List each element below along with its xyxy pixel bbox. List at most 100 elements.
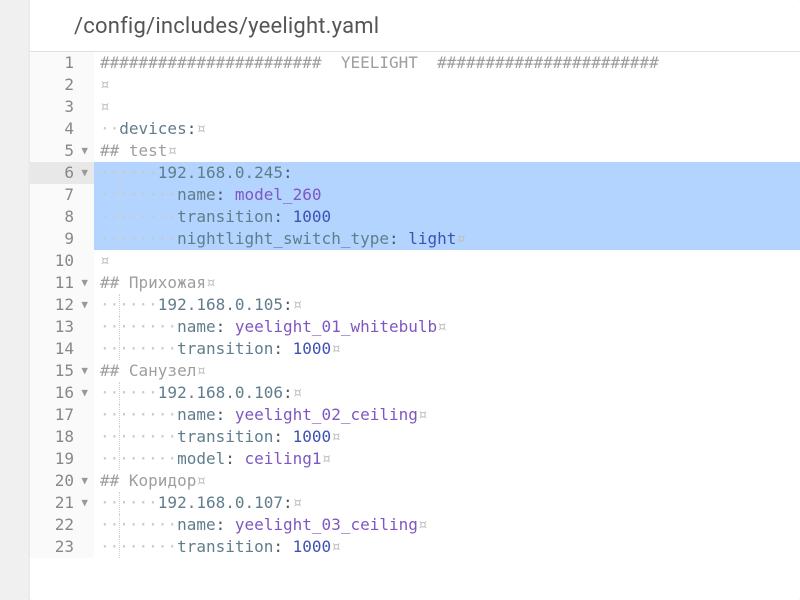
code-token: ceiling1 [245,449,322,468]
fold-marker-icon[interactable]: ▼ [78,470,88,492]
fold-marker-icon[interactable]: ▼ [78,272,88,294]
code-token: ······ [100,493,158,512]
gutter-line[interactable]: 9 [30,228,94,250]
code-line[interactable]: ········name: yeelight_02_ceiling¤ [94,404,800,426]
code-token: ¤ [293,295,303,314]
code-line[interactable]: ## Коридор¤ [94,470,800,492]
code-token: model [177,449,225,468]
fold-marker-icon[interactable]: ▼ [78,360,88,382]
fold-marker-icon[interactable]: ▼ [78,294,88,316]
code-token: ¤ [206,273,216,292]
code-line[interactable]: ········name: model_260 [94,184,800,206]
code-line[interactable]: ········transition: 1000 [94,206,800,228]
code-token: ¤ [196,471,206,490]
code-token: 1000 [293,339,332,358]
code-line[interactable]: ####################### YEELIGHT #######… [94,52,800,74]
code-token: ········ [100,449,177,468]
code-content[interactable]: ####################### YEELIGHT #######… [94,52,800,558]
line-number: 13 [48,316,74,338]
code-token: : [216,405,235,424]
code-line[interactable]: ········model: ceiling1¤ [94,448,800,470]
gutter-line[interactable]: 19 [30,448,94,470]
code-token: ¤ [331,339,341,358]
gutter-line[interactable]: 1 [30,52,94,74]
code-token: light [408,229,456,248]
code-token: ####################### YEELIGHT #######… [100,53,659,72]
gutter-line[interactable]: 11▼ [30,272,94,294]
code-token: ¤ [418,515,428,534]
gutter-line[interactable]: 6▼ [30,162,94,184]
line-number-gutter[interactable]: 12345▼6▼7891011▼12▼131415▼16▼17181920▼21… [30,52,94,558]
line-number: 1 [48,52,74,74]
gutter-line[interactable]: 3 [30,96,94,118]
code-line[interactable]: ········nightlight_switch_type: light¤ [94,228,800,250]
code-line[interactable]: ········transition: 1000¤ [94,536,800,558]
code-token: 192.168.0.106 [158,383,283,402]
line-number: 11 [48,272,74,294]
code-token: ¤ [418,405,428,424]
code-line[interactable]: ¤ [94,96,800,118]
code-line[interactable]: ¤ [94,250,800,272]
gutter-line[interactable]: 4 [30,118,94,140]
line-number: 18 [48,426,74,448]
gutter-line[interactable]: 18 [30,426,94,448]
code-token: devices [119,119,186,138]
code-line[interactable]: ······192.168.0.107:¤ [94,492,800,514]
code-token: ¤ [100,97,110,116]
gutter-line[interactable]: 20▼ [30,470,94,492]
code-line[interactable]: ## Прихожая¤ [94,272,800,294]
code-area[interactable]: 12345▼6▼7891011▼12▼131415▼16▼17181920▼21… [30,52,800,558]
code-line[interactable]: ··devices:¤ [94,118,800,140]
code-line[interactable]: ## Санузел¤ [94,360,800,382]
gutter-line[interactable]: 23 [30,536,94,558]
line-number: 16 [48,382,74,404]
gutter-line[interactable]: 15▼ [30,360,94,382]
code-line[interactable]: ········name: yeelight_01_whitebulb¤ [94,316,800,338]
code-token: ## Прихожая [100,273,206,292]
code-token: ········ [100,537,177,556]
fold-marker-icon[interactable]: ▼ [78,162,88,184]
code-token: ········ [100,427,177,446]
gutter-line[interactable]: 17 [30,404,94,426]
code-token: name [177,405,216,424]
gutter-line[interactable]: 5▼ [30,140,94,162]
fold-marker-icon[interactable]: ▼ [78,140,88,162]
gutter-line[interactable]: 14 [30,338,94,360]
line-number: 2 [48,74,74,96]
code-token: name [177,185,216,204]
line-number: 19 [48,448,74,470]
code-token: : [273,207,292,226]
code-token: ¤ [322,449,332,468]
line-number: 17 [48,404,74,426]
code-line[interactable]: ¤ [94,74,800,96]
gutter-line[interactable]: 21▼ [30,492,94,514]
gutter-line[interactable]: 13 [30,316,94,338]
code-line[interactable]: ········transition: 1000¤ [94,426,800,448]
gutter-line[interactable]: 10 [30,250,94,272]
gutter-line[interactable]: 16▼ [30,382,94,404]
code-token: ¤ [293,383,303,402]
code-token: : [273,427,292,446]
fold-marker-icon[interactable]: ▼ [78,382,88,404]
code-token: 1000 [293,537,332,556]
code-token: ······ [100,163,158,182]
code-token: ········ [100,229,177,248]
code-line[interactable]: ······192.168.0.245: [94,162,800,184]
code-token: ········ [100,405,177,424]
code-line[interactable]: ········name: yeelight_03_ceiling¤ [94,514,800,536]
code-line[interactable]: ## test¤ [94,140,800,162]
gutter-line[interactable]: 8 [30,206,94,228]
line-number: 6 [48,162,74,184]
code-line[interactable]: ········transition: 1000¤ [94,338,800,360]
file-path: /config/includes/yeelight.yaml [74,14,770,39]
gutter-line[interactable]: 12▼ [30,294,94,316]
code-token: : [273,339,292,358]
code-line[interactable]: ······192.168.0.106:¤ [94,382,800,404]
code-token: ## Санузел [100,361,196,380]
gutter-line[interactable]: 7 [30,184,94,206]
code-token: : [216,185,235,204]
fold-marker-icon[interactable]: ▼ [78,492,88,514]
gutter-line[interactable]: 22 [30,514,94,536]
code-line[interactable]: ······192.168.0.105:¤ [94,294,800,316]
gutter-line[interactable]: 2 [30,74,94,96]
